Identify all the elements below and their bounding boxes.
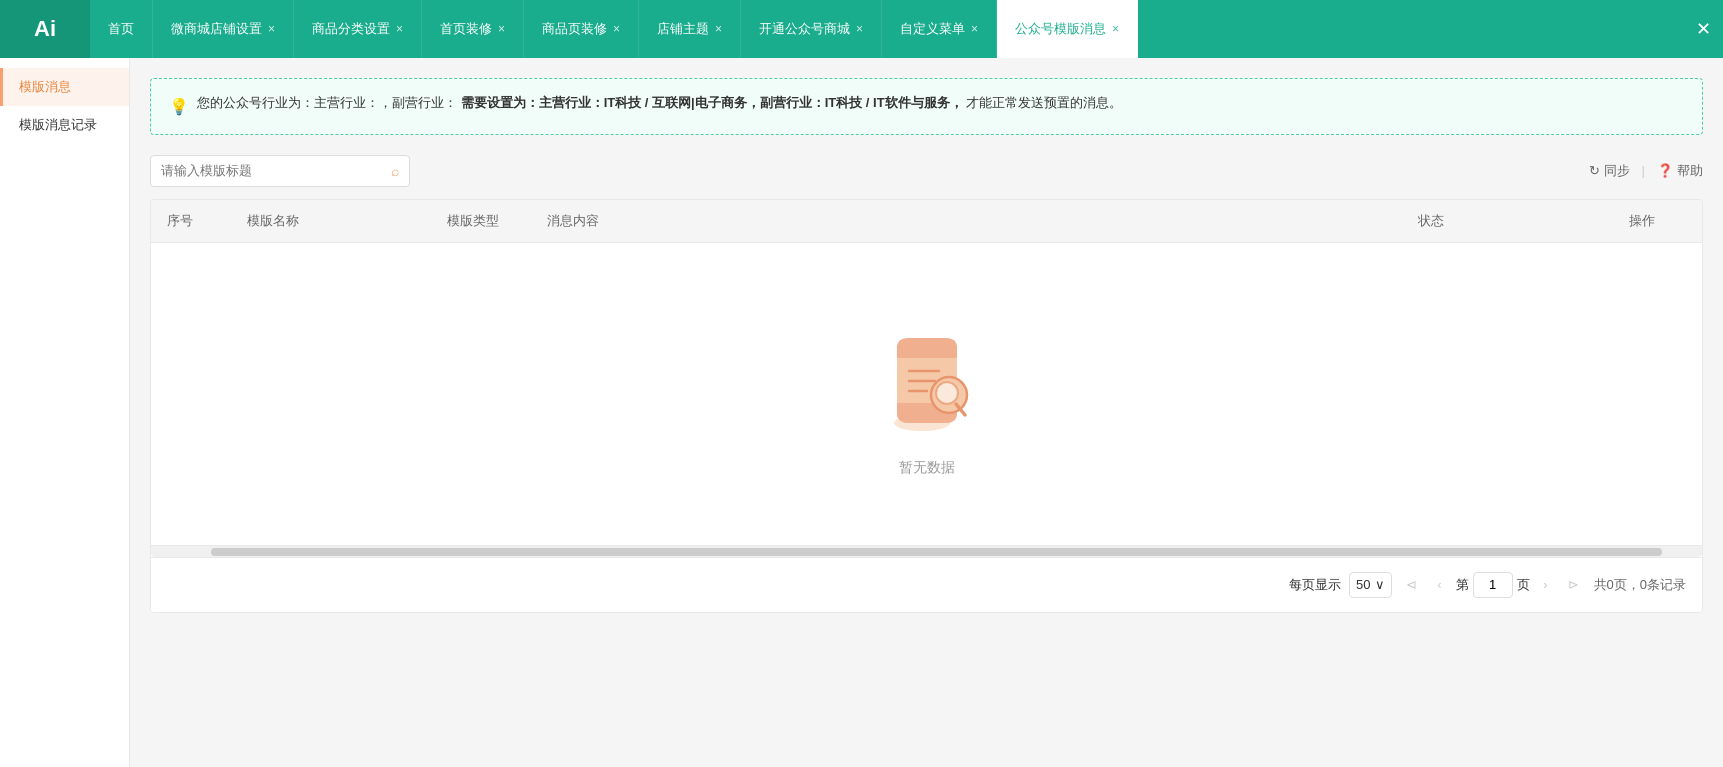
close-tab-icon[interactable]: × xyxy=(1112,22,1119,36)
nav-tab-label: 公众号模版消息 xyxy=(1015,20,1106,38)
nav-tab-template-message[interactable]: 公众号模版消息 × xyxy=(997,0,1138,58)
table-header: 序号 模版名称 模版类型 消息内容 状态 操作 xyxy=(151,200,1702,243)
notice-banner: 💡 您的公众号行业为：主营行业：，副营行业： 需要设置为：主营行业：IT科技 /… xyxy=(150,78,1703,135)
first-page-button[interactable]: ⊲ xyxy=(1400,573,1424,597)
notice-highlight: 需要设置为：主营行业：IT科技 / 互联网|电子商务，副营行业：IT科技 / I… xyxy=(461,95,963,110)
empty-state: 暂无数据 xyxy=(151,243,1702,537)
help-label: 帮助 xyxy=(1677,162,1703,180)
nav-tab-open-mall[interactable]: 开通公众号商城 × xyxy=(741,0,882,58)
nav-tab-homepage-decoration[interactable]: 首页装修 × xyxy=(422,0,524,58)
scrollbar-thumb[interactable] xyxy=(211,548,1662,556)
close-tab-icon[interactable]: × xyxy=(971,22,978,36)
close-tab-icon[interactable]: × xyxy=(715,22,722,36)
close-all-tabs-button[interactable]: ✕ xyxy=(1683,0,1723,58)
col-header-action: 操作 xyxy=(1582,200,1702,242)
nav-tab-custom-menu[interactable]: 自定义菜单 × xyxy=(882,0,997,58)
nav-tab-label: 商品分类设置 xyxy=(312,20,390,38)
prev-page-button[interactable]: ‹ xyxy=(1428,573,1452,597)
nav-tab-label: 首页装修 xyxy=(440,20,492,38)
nav-tab-product-decoration[interactable]: 商品页装修 × xyxy=(524,0,639,58)
col-header-type: 模版类型 xyxy=(431,200,531,242)
search-box: ⌕ xyxy=(150,155,410,187)
nav-tab-label: 自定义菜单 xyxy=(900,20,965,38)
notice-suffix: 才能正常发送预置的消息。 xyxy=(966,95,1122,110)
total-info: 共0页，0条记录 xyxy=(1594,576,1686,594)
col-header-status: 状态 xyxy=(1402,200,1582,242)
nav-tabs: 首页微商城店铺设置×商品分类设置×首页装修×商品页装修×店铺主题×开通公众号商城… xyxy=(90,0,1683,58)
sidebar: 模版消息模版消息记录 xyxy=(0,58,130,767)
page-size-select[interactable]: 50 ∨ xyxy=(1349,572,1391,598)
horizontal-scrollbar[interactable] xyxy=(151,545,1702,557)
empty-text: 暂无数据 xyxy=(899,459,955,477)
notice-prefix: 您的公众号行业为：主营行业：，副营行业： xyxy=(197,95,457,110)
page-size-chevron-icon: ∨ xyxy=(1375,577,1385,592)
page-label: 第 xyxy=(1456,576,1469,594)
nav-tab-product-category[interactable]: 商品分类设置 × xyxy=(294,0,422,58)
pagination: 每页显示 50 ∨ ⊲ ‹ 第 页 › ⊳ 共0页，0条记录 xyxy=(151,557,1702,612)
data-table: 序号 模版名称 模版类型 消息内容 状态 操作 xyxy=(150,199,1703,613)
page-size-value: 50 xyxy=(1356,577,1370,592)
svg-point-5 xyxy=(936,382,958,404)
nav-tab-label: 微商城店铺设置 xyxy=(171,20,262,38)
app-logo: Ai xyxy=(0,0,90,58)
page-size-label: 每页显示 xyxy=(1289,576,1341,594)
nav-tab-label: 开通公众号商城 xyxy=(759,20,850,38)
notice-icon: 💡 xyxy=(169,94,189,120)
close-tab-icon[interactable]: × xyxy=(498,22,505,36)
toolbar-divider: | xyxy=(1642,163,1645,178)
col-header-content: 消息内容 xyxy=(531,200,1402,242)
nav-tab-label: 店铺主题 xyxy=(657,20,709,38)
close-tab-icon[interactable]: × xyxy=(856,22,863,36)
sidebar-item-template-record[interactable]: 模版消息记录 xyxy=(0,106,129,144)
toolbar-right: ↻ 同步 | ❓ 帮助 xyxy=(1589,162,1703,180)
top-nav: Ai 首页微商城店铺设置×商品分类设置×首页装修×商品页装修×店铺主题×开通公众… xyxy=(0,0,1723,58)
nav-tab-label: 商品页装修 xyxy=(542,20,607,38)
last-page-button[interactable]: ⊳ xyxy=(1562,573,1586,597)
sync-button[interactable]: ↻ 同步 xyxy=(1589,162,1630,180)
notice-text: 您的公众号行业为：主营行业：，副营行业： 需要设置为：主营行业：IT科技 / 互… xyxy=(197,93,1122,114)
col-header-seq: 序号 xyxy=(151,200,231,242)
page-number-input[interactable] xyxy=(1473,572,1513,598)
page-suffix: 页 xyxy=(1517,576,1530,594)
sync-icon: ↻ xyxy=(1589,163,1600,178)
nav-tab-label: 首页 xyxy=(108,20,134,38)
content-area: 💡 您的公众号行业为：主营行业：，副营行业： 需要设置为：主营行业：IT科技 /… xyxy=(130,58,1723,767)
empty-illustration xyxy=(867,323,987,443)
sidebar-item-label: 模版消息 xyxy=(19,79,71,94)
page-navigation: ⊲ ‹ 第 页 › ⊳ xyxy=(1400,572,1586,598)
nav-tab-shop-settings[interactable]: 微商城店铺设置 × xyxy=(153,0,294,58)
help-icon: ❓ xyxy=(1657,163,1673,178)
sidebar-item-label: 模版消息记录 xyxy=(19,117,97,132)
main-layout: 模版消息模版消息记录 💡 您的公众号行业为：主营行业：，副营行业： 需要设置为：… xyxy=(0,58,1723,767)
help-button[interactable]: ❓ 帮助 xyxy=(1657,162,1703,180)
next-page-button[interactable]: › xyxy=(1534,573,1558,597)
nav-tab-home[interactable]: 首页 xyxy=(90,0,153,58)
col-header-name: 模版名称 xyxy=(231,200,431,242)
close-tab-icon[interactable]: × xyxy=(396,22,403,36)
search-icon[interactable]: ⌕ xyxy=(391,163,399,179)
sidebar-item-template-message[interactable]: 模版消息 xyxy=(0,68,129,106)
search-input[interactable] xyxy=(161,163,391,178)
toolbar: ⌕ ↻ 同步 | ❓ 帮助 xyxy=(150,155,1703,187)
close-tab-icon[interactable]: × xyxy=(613,22,620,36)
close-tab-icon[interactable]: × xyxy=(268,22,275,36)
nav-tab-shop-theme[interactable]: 店铺主题 × xyxy=(639,0,741,58)
sync-label: 同步 xyxy=(1604,162,1630,180)
